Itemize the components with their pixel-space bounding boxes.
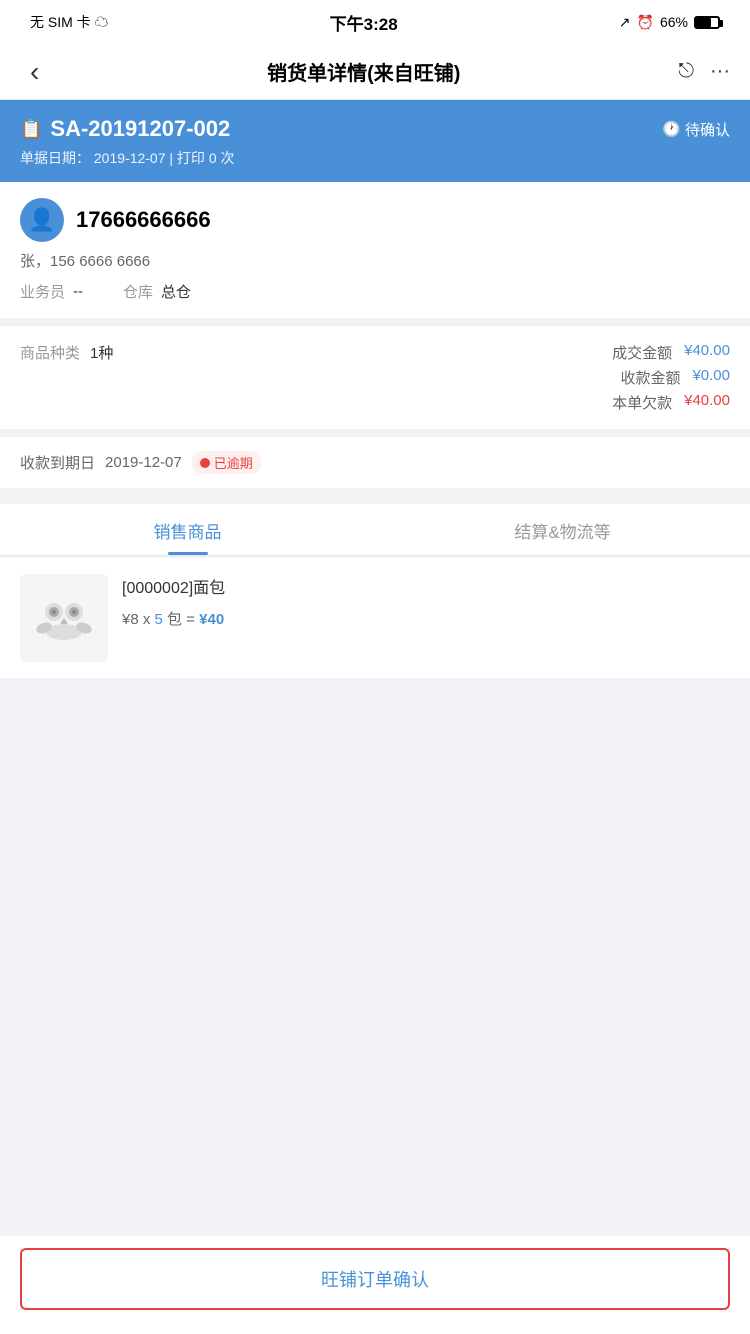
product-price: ¥8 x 5 包 = ¥40	[122, 608, 730, 629]
payment-row: 收款金额 ¥0.00	[620, 367, 730, 388]
salesperson-label: 业务员	[20, 281, 65, 302]
total-price: ¥40	[199, 611, 224, 628]
battery-text: 66%	[660, 14, 688, 30]
nav-bar: ‹ 销货单详情(来自旺铺) ⎋ ···	[0, 44, 750, 100]
owed-value: ¥40.00	[684, 392, 730, 413]
warehouse-label: 仓库	[123, 281, 153, 302]
customer-section: 👤 17666666666 张，156 6666 6666 业务员 -- 仓库 …	[0, 182, 750, 318]
status-bar: 无 SIM 卡 ☁ 下午3:28 ↗ ⏰ 66%	[0, 0, 750, 44]
status-time: 下午3:28	[330, 10, 398, 35]
tabs-section: 销售商品 结算&物流等	[0, 504, 750, 556]
product-name: [0000002]面包	[122, 574, 730, 598]
person-icon: 👤	[28, 207, 55, 233]
order-icon: 📋	[20, 119, 42, 140]
unit-price: ¥8	[122, 611, 139, 628]
location-icon: ↗	[619, 14, 631, 31]
owed-label: 本单欠款	[612, 392, 672, 413]
unit-label: 包	[167, 611, 182, 628]
customer-details: 业务员 -- 仓库 总仓	[20, 281, 730, 302]
tabs-row: 销售商品 结算&物流等	[0, 504, 750, 555]
customer-phone: 17666666666	[76, 207, 211, 233]
payment-due-date: 2019-12-07	[105, 454, 182, 471]
battery-icon	[694, 16, 720, 29]
overdue-text: 已逾期	[214, 453, 253, 472]
product-type-info: 商品种类 1种	[20, 342, 113, 363]
qty-value: 5	[155, 611, 163, 628]
product-info: [0000002]面包 ¥8 x 5 包 = ¥40	[122, 574, 730, 629]
deal-amount-value: ¥40.00	[684, 342, 730, 363]
more-button[interactable]: ···	[710, 60, 730, 83]
confirm-order-button[interactable]: 旺铺订单确认	[20, 1248, 730, 1310]
equals-sign: =	[186, 611, 199, 628]
payment-label: 收款金额	[620, 367, 680, 388]
order-header: 📋 SA-20191207-002 🕐 待确认 单据日期： 2019-12-07…	[0, 100, 750, 182]
order-id: 📋 SA-20191207-002	[20, 116, 230, 142]
payment-due-section: 收款到期日 2019-12-07 已逾期	[0, 437, 750, 488]
tab-settlement[interactable]: 结算&物流等	[375, 504, 750, 555]
back-button[interactable]: ‹	[20, 46, 49, 98]
empty-space	[0, 686, 750, 886]
multiply-sign: x	[143, 611, 155, 628]
overdue-dot-icon	[200, 458, 210, 468]
status-right: ↗ ⏰ 66%	[619, 14, 720, 31]
payment-due-label: 收款到期日	[20, 452, 95, 473]
page-title: 销货单详情(来自旺铺)	[49, 57, 678, 86]
amount-info: 成交金额 ¥40.00 收款金额 ¥0.00 本单欠款 ¥40.00	[612, 342, 730, 413]
warehouse-value: 总仓	[161, 281, 191, 302]
deal-amount-row: 成交金额 ¥40.00	[612, 342, 730, 363]
bottom-bar: 旺铺订单确认	[0, 1236, 750, 1334]
order-meta: 单据日期： 2019-12-07 | 打印 0 次	[20, 148, 730, 168]
product-thumbnail	[20, 574, 108, 662]
tab-products[interactable]: 销售商品	[0, 504, 375, 555]
product-thumb-logo	[34, 590, 94, 647]
owed-row: 本单欠款 ¥40.00	[612, 392, 730, 413]
summary-section: 商品种类 1种 成交金额 ¥40.00 收款金额 ¥0.00 本单欠款 ¥40.…	[0, 326, 750, 429]
product-type-label: 商品种类	[20, 342, 80, 363]
salesperson-value: --	[73, 283, 83, 300]
sim-status: 无 SIM 卡 ☁	[30, 14, 109, 30]
overdue-badge: 已逾期	[192, 451, 261, 474]
customer-avatar: 👤	[20, 198, 64, 242]
product-item: [0000002]面包 ¥8 x 5 包 = ¥40	[0, 558, 750, 678]
customer-name: 张，156 6666 6666	[20, 250, 730, 271]
alarm-icon: ⏰	[637, 14, 654, 31]
products-section: [0000002]面包 ¥8 x 5 包 = ¥40	[0, 558, 750, 678]
order-status: 🕐 待确认	[662, 119, 730, 140]
divider	[0, 496, 750, 504]
status-left: 无 SIM 卡 ☁	[30, 12, 109, 32]
nav-right-actions: ⎋ ···	[678, 60, 730, 83]
clock-icon: 🕐	[662, 120, 681, 138]
share-button[interactable]: ⎋	[678, 60, 694, 83]
payment-value: ¥0.00	[692, 367, 730, 388]
product-type-count: 1种	[90, 342, 113, 363]
deal-amount-label: 成交金额	[612, 342, 672, 363]
